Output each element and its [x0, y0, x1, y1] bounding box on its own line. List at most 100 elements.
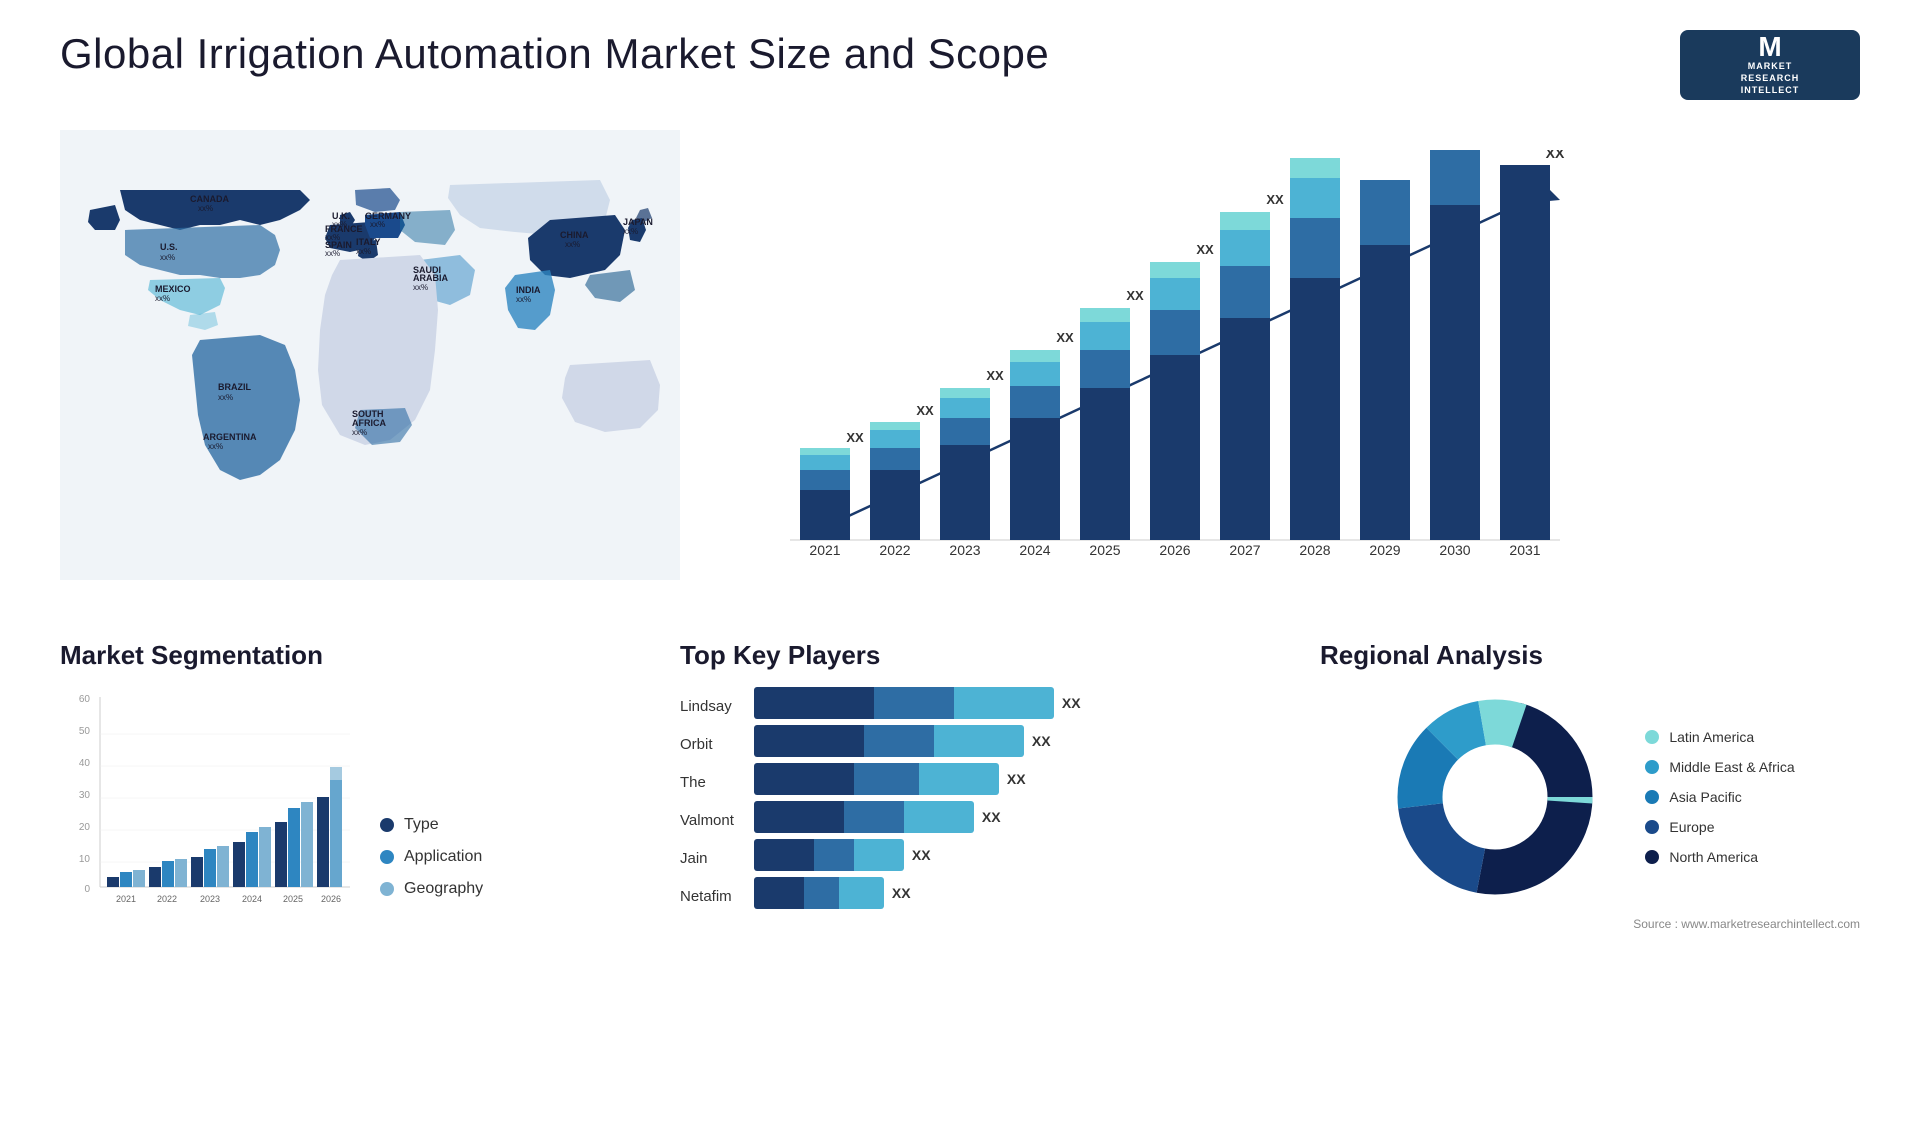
svg-text:xx%: xx%	[516, 295, 531, 304]
svg-text:20: 20	[79, 822, 91, 833]
seg-chart: 0 10 20 30 40 50 60	[60, 687, 360, 932]
svg-text:xx%: xx%	[352, 428, 367, 437]
mea-dot	[1645, 760, 1659, 774]
bar-jain	[754, 839, 904, 871]
player-orbit: Orbit	[680, 725, 734, 763]
growth-chart-wrapper: 2021 XX 2022 XX 2023 XX	[740, 150, 1860, 580]
svg-text:xx%: xx%	[218, 393, 233, 402]
svg-text:10: 10	[79, 854, 91, 865]
europe-dot	[1645, 820, 1659, 834]
svg-text:2026: 2026	[321, 894, 341, 904]
growth-chart-svg: 2021 XX 2022 XX 2023 XX	[740, 150, 1600, 580]
regional-legend: Latin America Middle East & Africa Asia …	[1645, 729, 1794, 865]
bar-valmont	[754, 801, 974, 833]
svg-text:60: 60	[79, 694, 91, 705]
svg-text:ITALY: ITALY	[356, 237, 381, 247]
segmentation-section: Market Segmentation 0 10 20 30 40	[60, 630, 660, 932]
svg-text:2031: 2031	[1509, 542, 1540, 558]
source-line: Source : www.marketresearchintellect.com	[1320, 917, 1860, 931]
svg-text:MEXICO: MEXICO	[155, 284, 191, 294]
svg-text:XX: XX	[1196, 242, 1214, 257]
svg-text:2029: 2029	[1369, 542, 1400, 558]
svg-text:50: 50	[79, 726, 91, 737]
geography-dot	[380, 882, 394, 896]
application-dot	[380, 850, 394, 864]
svg-text:xx%: xx%	[160, 253, 175, 262]
svg-text:2022: 2022	[157, 894, 177, 904]
seg-chart-svg: 0 10 20 30 40 50 60	[60, 687, 360, 927]
svg-text:xx%: xx%	[356, 247, 371, 256]
svg-text:40: 40	[79, 758, 91, 769]
bar-row-the: XX	[754, 763, 1300, 795]
svg-text:2024: 2024	[1019, 542, 1050, 558]
apac-dot	[1645, 790, 1659, 804]
logo-m: M	[1758, 33, 1781, 61]
svg-text:2023: 2023	[949, 542, 980, 558]
svg-text:2023: 2023	[200, 894, 220, 904]
svg-text:XX: XX	[1126, 288, 1144, 303]
svg-text:INDIA: INDIA	[516, 285, 541, 295]
bar-seg1	[754, 687, 874, 719]
reg-legend-mea: Middle East & Africa	[1645, 759, 1794, 775]
regional-title: Regional Analysis	[1320, 640, 1860, 671]
canada-label: CANADA	[190, 194, 229, 204]
svg-text:xx%: xx%	[413, 283, 428, 292]
svg-text:XX: XX	[986, 368, 1004, 383]
svg-text:XX: XX	[846, 430, 864, 445]
svg-text:XX: XX	[1336, 150, 1354, 153]
world-map-svg: CANADA xx% U.S. xx% MEXICO xx% BRAZIL xx…	[60, 130, 680, 580]
svg-text:CHINA: CHINA	[560, 230, 589, 240]
svg-text:AFRICA: AFRICA	[352, 418, 386, 428]
svg-text:xx%: xx%	[623, 227, 638, 236]
bar-row-orbit: XX	[754, 725, 1300, 757]
player-netafim: Netafim	[680, 877, 734, 915]
bar-xx-lindsay: XX	[1062, 695, 1081, 711]
bar-xx-valmont: XX	[982, 809, 1001, 825]
bar-row-lindsay: XX	[754, 687, 1300, 719]
bar-xx-orbit: XX	[1032, 733, 1051, 749]
bar-xx-netafim: XX	[892, 885, 911, 901]
donut-svg	[1385, 687, 1605, 907]
reg-legend-apac: Asia Pacific	[1645, 789, 1794, 805]
svg-text:2026: 2026	[1159, 542, 1190, 558]
players-title: Top Key Players	[680, 640, 1300, 671]
svg-text:2025: 2025	[1089, 542, 1120, 558]
svg-text:2021: 2021	[116, 894, 136, 904]
map-container: CANADA xx% U.S. xx% MEXICO xx% BRAZIL xx…	[60, 130, 680, 580]
players-labels: Lindsay Orbit The Valmont Jain Netafim	[680, 687, 734, 921]
player-valmont: Valmont	[680, 801, 734, 839]
bar-the	[754, 763, 999, 795]
bar-row-valmont: XX	[754, 801, 1300, 833]
mea-label: Middle East & Africa	[1669, 759, 1794, 775]
svg-text:2022: 2022	[879, 542, 910, 558]
segmentation-title: Market Segmentation	[60, 640, 660, 671]
apac-label: Asia Pacific	[1669, 789, 1741, 805]
growth-chart-section: 2021 XX 2022 XX 2023 XX	[700, 130, 1860, 610]
svg-text:2021: 2021	[809, 542, 840, 558]
svg-text:2025: 2025	[283, 894, 303, 904]
players-section: Top Key Players Lindsay Orbit The Valmon…	[680, 630, 1300, 932]
svg-text:2027: 2027	[1229, 542, 1260, 558]
svg-text:0: 0	[84, 884, 90, 895]
svg-text:2024: 2024	[242, 894, 262, 904]
regional-section: Regional Analysis	[1320, 630, 1860, 932]
bar-row-netafim: XX	[754, 877, 1300, 909]
player-jain: Jain	[680, 839, 734, 877]
bar-netafim	[754, 877, 884, 909]
svg-text:XX: XX	[1056, 330, 1074, 345]
player-the: The	[680, 763, 734, 801]
svg-text:XX: XX	[1266, 192, 1284, 207]
legend-type: Type	[380, 816, 660, 834]
svg-text:xx%: xx%	[208, 442, 223, 451]
latin-label: Latin America	[1669, 729, 1754, 745]
svg-text:XX: XX	[916, 403, 934, 418]
logo-box: M MARKETRESEARCHINTELLECT	[1680, 30, 1860, 100]
geography-label: Geography	[404, 880, 483, 898]
main-grid: CANADA xx% U.S. xx% MEXICO xx% BRAZIL xx…	[60, 130, 1860, 932]
type-dot	[380, 818, 394, 832]
bar-seg3	[954, 687, 1054, 719]
regional-inner: Latin America Middle East & Africa Asia …	[1320, 687, 1860, 907]
bar-orbit	[754, 725, 1024, 757]
legend-geography: Geography	[380, 880, 660, 898]
svg-text:2030: 2030	[1439, 542, 1470, 558]
